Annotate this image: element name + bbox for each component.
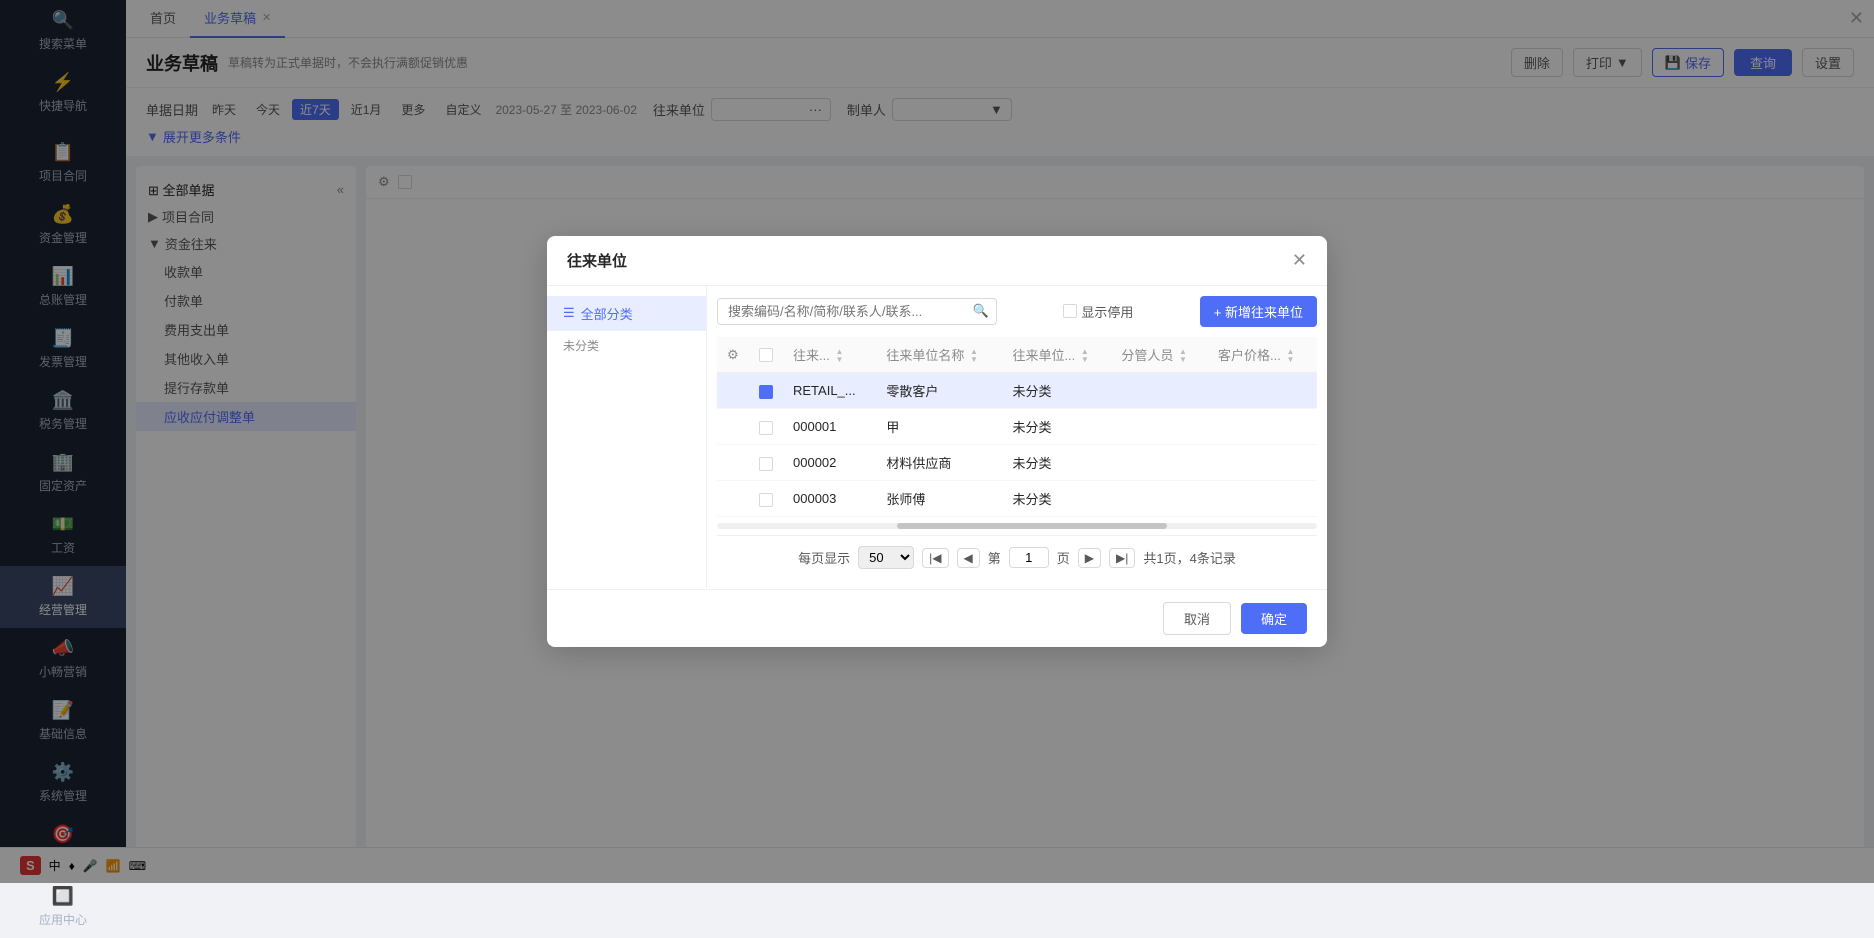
dialog-title: 往来单位	[567, 250, 627, 271]
table-scrollbar-track	[717, 523, 1317, 529]
page-number-input[interactable]	[1009, 547, 1049, 568]
total-text: 共1页，4条记录	[1143, 548, 1235, 567]
dialog-header: 往来单位 ✕	[547, 236, 1327, 286]
row-price-4	[1208, 481, 1317, 517]
th-name: 往来单位名称 ▲▼	[876, 337, 1002, 373]
cat-all-label: 全部分类	[581, 304, 633, 323]
prev-page-btn[interactable]: ◀	[957, 548, 980, 568]
row-price-1	[1208, 373, 1317, 409]
cancel-btn[interactable]: 取消	[1163, 602, 1231, 635]
page-label: 第	[988, 548, 1001, 567]
row-settings	[717, 373, 749, 409]
th-code: 往来... ▲▼	[783, 337, 876, 373]
row-name-3: 材料供应商	[876, 445, 1002, 481]
row-cb-3[interactable]	[759, 457, 773, 471]
row-checkbox-3	[749, 445, 783, 481]
row-manager-4	[1111, 481, 1208, 517]
th-price: 客户价格... ▲▼	[1208, 337, 1317, 373]
table-row[interactable]: 000001 甲 未分类	[717, 409, 1317, 445]
row-manager-2	[1111, 409, 1208, 445]
dialog-body: ☰ 全部分类 未分类 🔍 显示停用 + 新增往来单位	[547, 286, 1327, 590]
table-head: ⚙ 往来... ▲▼ 往来单位名称 ▲▼	[717, 337, 1317, 373]
table-row[interactable]: 000003 张师傅 未分类	[717, 481, 1317, 517]
dialog-close-btn[interactable]: ✕	[1292, 250, 1307, 271]
table-row[interactable]: RETAIL_... 零散客户 未分类	[717, 373, 1317, 409]
dialog-footer: 取消 确定	[547, 589, 1327, 647]
table-row[interactable]: 000002 材料供应商 未分类	[717, 445, 1317, 481]
counterpart-table: ⚙ 往来... ▲▼ 往来单位名称 ▲▼	[717, 337, 1317, 518]
confirm-btn[interactable]: 确定	[1241, 603, 1307, 634]
dialog-unclassified-label: 未分类	[547, 331, 706, 360]
cat-all-icon: ☰	[563, 305, 575, 321]
row-cat-1: 未分类	[1002, 373, 1111, 409]
dialog-right-panel: 🔍 显示停用 + 新增往来单位 ⚙	[707, 286, 1327, 590]
dialog-left-panel: ☰ 全部分类 未分类	[547, 286, 707, 590]
row-code-4: 000003	[783, 481, 876, 517]
dialog-pagination: 每页显示 50 20 100 |◀ ◀ 第 页 ▶ ▶| 共1页，4条记录	[717, 535, 1317, 579]
row-manager-1	[1111, 373, 1208, 409]
sort-price-icon: ▲▼	[1287, 348, 1295, 364]
dialog-table-scroll: ⚙ 往来... ▲▼ 往来单位名称 ▲▼	[717, 337, 1317, 518]
last-page-btn[interactable]: ▶|	[1109, 548, 1135, 568]
per-page-select[interactable]: 50 20 100	[858, 546, 914, 569]
sort-cat-icon: ▲▼	[1081, 348, 1089, 364]
row-code-1: RETAIL_...	[783, 373, 876, 409]
row-settings-3	[717, 445, 749, 481]
row-code-3: 000002	[783, 445, 876, 481]
row-cb-2[interactable]	[759, 421, 773, 435]
next-page-btn[interactable]: ▶	[1078, 548, 1101, 568]
row-checkbox-2	[749, 409, 783, 445]
th-settings: ⚙	[717, 337, 749, 373]
row-settings-4	[717, 481, 749, 517]
row-cat-4: 未分类	[1002, 481, 1111, 517]
row-name-4: 张师傅	[876, 481, 1002, 517]
first-page-btn[interactable]: |◀	[922, 548, 948, 568]
row-cat-2: 未分类	[1002, 409, 1111, 445]
table-body: RETAIL_... 零散客户 未分类 000001 甲	[717, 373, 1317, 517]
th-manager: 分管人员 ▲▼	[1111, 337, 1208, 373]
row-cat-3: 未分类	[1002, 445, 1111, 481]
row-manager-3	[1111, 445, 1208, 481]
row-checkbox-4	[749, 481, 783, 517]
show-disabled-label: 显示停用	[1081, 302, 1133, 321]
per-page-label: 每页显示	[798, 548, 850, 567]
th-checkbox	[749, 337, 783, 373]
dialog-cat-all[interactable]: ☰ 全部分类	[547, 296, 706, 331]
dialog-search-row: 🔍 显示停用 + 新增往来单位	[717, 296, 1317, 327]
sort-manager-icon: ▲▼	[1179, 348, 1187, 364]
counterpart-search-input[interactable]	[717, 298, 997, 325]
row-price-3	[1208, 445, 1317, 481]
sort-code-icon: ▲▼	[835, 348, 843, 364]
col-settings-icon[interactable]: ⚙	[727, 347, 739, 362]
row-name-1: 零散客户	[876, 373, 1002, 409]
show-disabled-option[interactable]: 显示停用	[1063, 302, 1133, 321]
th-category: 往来单位... ▲▼	[1002, 337, 1111, 373]
page-label-end: 页	[1057, 548, 1070, 567]
row-price-2	[1208, 409, 1317, 445]
dialog-overlay: 往来单位 ✕ ☰ 全部分类 未分类 🔍	[0, 0, 1874, 883]
row-checkbox-1[interactable]	[759, 385, 773, 399]
row-cb-4[interactable]	[759, 493, 773, 507]
show-disabled-checkbox[interactable]	[1063, 304, 1077, 318]
counterpart-dialog: 往来单位 ✕ ☰ 全部分类 未分类 🔍	[547, 236, 1327, 648]
search-icon: 🔍	[973, 303, 989, 319]
select-all-checkbox[interactable]	[759, 348, 773, 362]
search-wrap: 🔍	[717, 298, 997, 325]
table-scrollbar-thumb[interactable]	[897, 523, 1167, 529]
row-checkbox	[749, 373, 783, 409]
app-icon: 🔲	[52, 886, 74, 907]
sidebar-item-app[interactable]: 🔲 应用中心	[0, 876, 126, 938]
add-counterpart-btn[interactable]: + 新增往来单位	[1200, 296, 1317, 327]
sidebar-label-app: 应用中心	[39, 911, 87, 928]
row-name-2: 甲	[876, 409, 1002, 445]
row-code-2: 000001	[783, 409, 876, 445]
sort-name-icon: ▲▼	[970, 348, 978, 364]
row-settings-2	[717, 409, 749, 445]
